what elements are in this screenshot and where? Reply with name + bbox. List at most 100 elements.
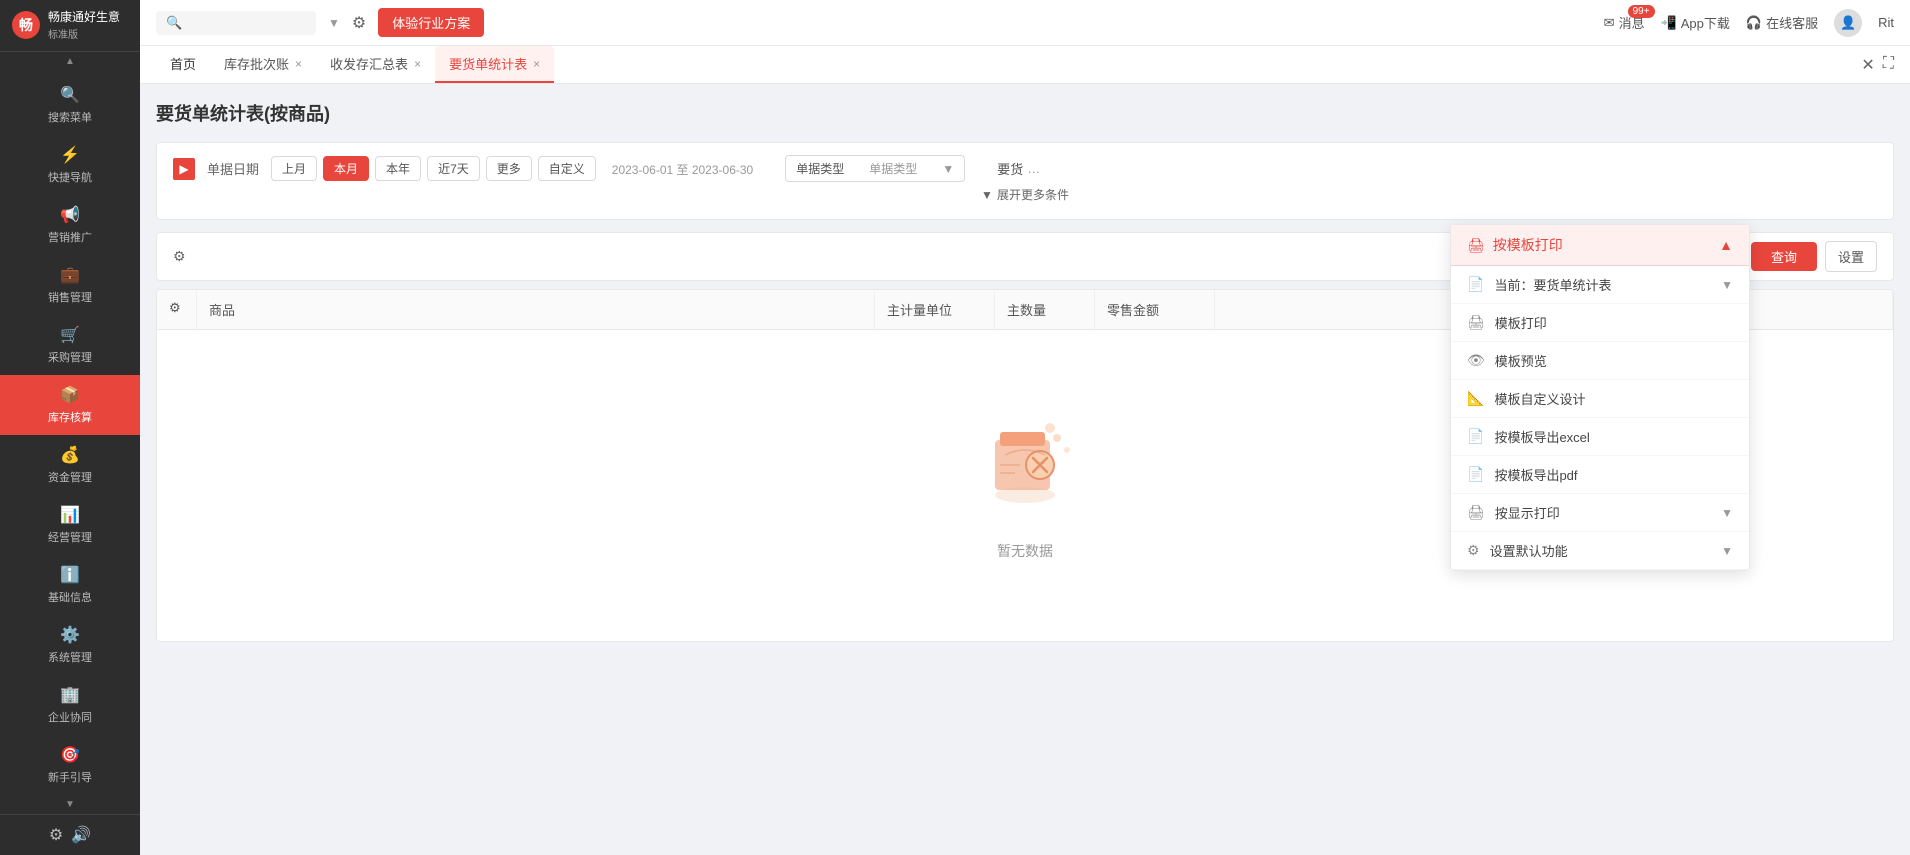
message-item[interactable]: ✉ 消息 99+ bbox=[1604, 13, 1645, 32]
sidebar-item-finance[interactable]: 💰 资金管理 bbox=[0, 435, 140, 495]
money-icon: 💰 bbox=[60, 445, 80, 465]
order-type-select-value: 单据类型 bbox=[869, 160, 917, 177]
settings-bottom-icon[interactable]: ⚙ bbox=[49, 825, 63, 845]
main-area: 🔍 ▼ ⚙ 体验行业方案 ✉ 消息 99+ 📲 App下载 🎧 在线客服 👤 bbox=[140, 0, 1910, 855]
scroll-down-arrow[interactable]: ▼ bbox=[0, 795, 140, 814]
sidebar-item-search[interactable]: 🔍 搜索菜单 bbox=[0, 75, 140, 135]
topbar-chevron-icon[interactable]: ▼ bbox=[328, 16, 340, 30]
username-label: Rit bbox=[1878, 15, 1894, 30]
print-dropdown-header-left: 🖨 按模板打印 bbox=[1467, 235, 1563, 255]
username-item[interactable]: Rit bbox=[1878, 15, 1894, 30]
topbar-search-box[interactable]: 🔍 bbox=[156, 11, 316, 35]
tab-order-stats[interactable]: 要货单统计表 × bbox=[435, 46, 554, 83]
print-default-func[interactable]: ⚙ 设置默认功能 ▼ bbox=[1451, 532, 1749, 570]
yao-huo-label: 要货 bbox=[997, 159, 1023, 178]
tab-home-label: 首页 bbox=[170, 54, 196, 73]
order-type-select[interactable]: 单据类型 单据类型 ▼ bbox=[785, 155, 965, 182]
default-func-icon: ⚙ bbox=[1467, 542, 1480, 559]
print-template-pdf[interactable]: 📄 按模板导出pdf bbox=[1451, 456, 1749, 494]
online-service-label: 在线客服 bbox=[1766, 13, 1818, 32]
sidebar-item-basic[interactable]: ℹ️ 基础信息 bbox=[0, 555, 140, 615]
print-dropdown-title: 按模板打印 bbox=[1493, 235, 1563, 255]
message-icon: ✉ bbox=[1604, 15, 1615, 31]
sidebar-item-system[interactable]: ⚙️ 系统管理 bbox=[0, 615, 140, 675]
date-prev-month-btn[interactable]: 上月 bbox=[271, 156, 317, 181]
tab-batch-close[interactable]: × bbox=[295, 57, 302, 71]
date-current-year-btn[interactable]: 本年 bbox=[375, 156, 421, 181]
tab-batch-label: 库存批次账 bbox=[224, 54, 289, 73]
expand-label: 展开更多条件 bbox=[997, 186, 1069, 203]
print-dropdown-current[interactable]: 📄 当前：要货单统计表 ▼ bbox=[1451, 266, 1749, 304]
chart-icon: 📊 bbox=[60, 505, 80, 525]
print-template-excel[interactable]: 📄 按模板导出excel bbox=[1451, 418, 1749, 456]
sidebar-nav: 🔍 搜索菜单 ⚡ 快捷导航 📢 营销推广 💼 销售管理 🛒 采购管理 📦 库存核… bbox=[0, 71, 140, 795]
template-pdf-label: 按模板导出pdf bbox=[1494, 465, 1577, 484]
topbar-right: ✉ 消息 99+ 📲 App下载 🎧 在线客服 👤 Rit bbox=[1604, 9, 1894, 37]
print-current-icon: 📄 bbox=[1467, 276, 1484, 293]
date-7days-btn[interactable]: 近7天 bbox=[427, 156, 480, 181]
date-current-month-btn[interactable]: 本月 bbox=[323, 156, 369, 181]
sidebar-item-shortcut[interactable]: ⚡ 快捷导航 bbox=[0, 135, 140, 195]
trial-button[interactable]: 体验行业方案 bbox=[378, 8, 484, 37]
app-logo: 畅 畅康通好生意 标准版 bbox=[0, 0, 140, 52]
order-type-chevron-icon: ▼ bbox=[942, 162, 954, 176]
print-template-print[interactable]: 🖨 模板打印 bbox=[1451, 304, 1749, 342]
sidebar-item-guide[interactable]: 🎯 新手引导 bbox=[0, 735, 140, 795]
page-title: 要货单统计表(按商品) bbox=[156, 100, 1894, 126]
print-template-design[interactable]: 📐 模板自定义设计 bbox=[1451, 380, 1749, 418]
tab-bar: 首页 库存批次账 × 收发存汇总表 × 要货单统计表 × ✕ ⛶ bbox=[140, 46, 1910, 84]
print-dropdown-header[interactable]: 🖨 按模板打印 ▲ bbox=[1451, 225, 1749, 266]
sidebar-item-purchase[interactable]: 🛒 采购管理 bbox=[0, 315, 140, 375]
sidebar-item-operation[interactable]: 📊 经营管理 bbox=[0, 495, 140, 555]
settings-button[interactable]: 设置 bbox=[1825, 241, 1877, 272]
tab-collection[interactable]: 收发存汇总表 × bbox=[316, 46, 435, 83]
print-dropdown: 🖨 按模板打印 ▲ 📄 当前：要货单统计表 ▼ 🖨 模板打印 👁 模板预览 bbox=[1450, 224, 1750, 571]
sidebar-item-sales[interactable]: 💼 销售管理 bbox=[0, 255, 140, 315]
tab-order-stats-close[interactable]: × bbox=[533, 57, 540, 71]
topbar-settings-icon[interactable]: ⚙ bbox=[352, 13, 366, 33]
tab-batch[interactable]: 库存批次账 × bbox=[210, 46, 316, 83]
app-download-item[interactable]: 📲 App下载 bbox=[1661, 13, 1730, 32]
excel-icon: 📄 bbox=[1467, 428, 1484, 445]
app-download-icon: 📲 bbox=[1661, 15, 1677, 31]
filter-row-1: ▶ 单据日期 上月 本月 本年 近7天 更多 自定义 2023-06-01 至 … bbox=[173, 155, 1877, 182]
print-template-preview[interactable]: 👁 模板预览 bbox=[1451, 342, 1749, 380]
date-range-text: 2023-06-01 至 2023-06-30 bbox=[612, 161, 753, 178]
flash-icon: ⚡ bbox=[60, 145, 80, 165]
query-button[interactable]: 查询 bbox=[1751, 242, 1817, 271]
app-badge: 标准版 bbox=[48, 26, 120, 41]
gear-icon: ⚙️ bbox=[60, 625, 80, 645]
sidebar-item-marketing[interactable]: 📢 营销推广 bbox=[0, 195, 140, 255]
tabs-controls: ✕ ⛶ bbox=[1861, 55, 1894, 75]
sidebar-item-enterprise[interactable]: 🏢 企业协同 bbox=[0, 675, 140, 735]
expand-conditions-btn[interactable]: ▼ 展开更多条件 bbox=[981, 186, 1069, 203]
sidebar-label-purchase: 采购管理 bbox=[48, 349, 92, 365]
user-avatar-item[interactable]: 👤 bbox=[1834, 9, 1862, 37]
date-more-btn[interactable]: 更多 bbox=[486, 156, 532, 181]
page-content: 要货单统计表(按商品) ▶ 单据日期 上月 本月 本年 近7天 更多 自定义 2… bbox=[140, 84, 1910, 855]
online-service-item[interactable]: 🎧 在线客服 bbox=[1746, 13, 1818, 32]
config-icon-btn[interactable]: ⚙ bbox=[173, 248, 186, 265]
search-input[interactable] bbox=[188, 16, 288, 30]
tab-home[interactable]: 首页 bbox=[156, 46, 210, 83]
tab-expand-icon[interactable]: ⛶ bbox=[1883, 55, 1894, 75]
tab-close-all-icon[interactable]: ✕ bbox=[1861, 55, 1874, 75]
sidebar-label-guide: 新手引导 bbox=[48, 769, 92, 785]
date-custom-btn[interactable]: 自定义 bbox=[538, 156, 596, 181]
default-func-left: ⚙ 设置默认功能 bbox=[1467, 541, 1568, 560]
topbar: 🔍 ▼ ⚙ 体验行业方案 ✉ 消息 99+ 📲 App下载 🎧 在线客服 👤 bbox=[140, 0, 1910, 46]
sidebar-label-marketing: 营销推广 bbox=[48, 229, 92, 245]
sidebar-item-inventory[interactable]: 📦 库存核算 bbox=[0, 375, 140, 435]
sidebar-label-shortcut: 快捷导航 bbox=[48, 169, 92, 185]
scroll-up-arrow[interactable]: ▲ bbox=[0, 52, 140, 71]
toolbar-left: ⚙ bbox=[173, 248, 186, 265]
user-avatar: 👤 bbox=[1834, 9, 1862, 37]
col-settings[interactable]: ⚙ bbox=[157, 290, 197, 329]
tab-collection-close[interactable]: × bbox=[414, 57, 421, 71]
empty-text: 暂无数据 bbox=[997, 541, 1053, 561]
sidebar-label-finance: 资金管理 bbox=[48, 469, 92, 485]
print-display-print[interactable]: 🖨 按显示打印 ▼ bbox=[1451, 494, 1749, 532]
filter-toggle-arrow[interactable]: ▶ bbox=[173, 158, 195, 180]
audio-bottom-icon[interactable]: 🔊 bbox=[71, 825, 91, 845]
print-dropdown-collapse-icon[interactable]: ▲ bbox=[1719, 237, 1733, 253]
